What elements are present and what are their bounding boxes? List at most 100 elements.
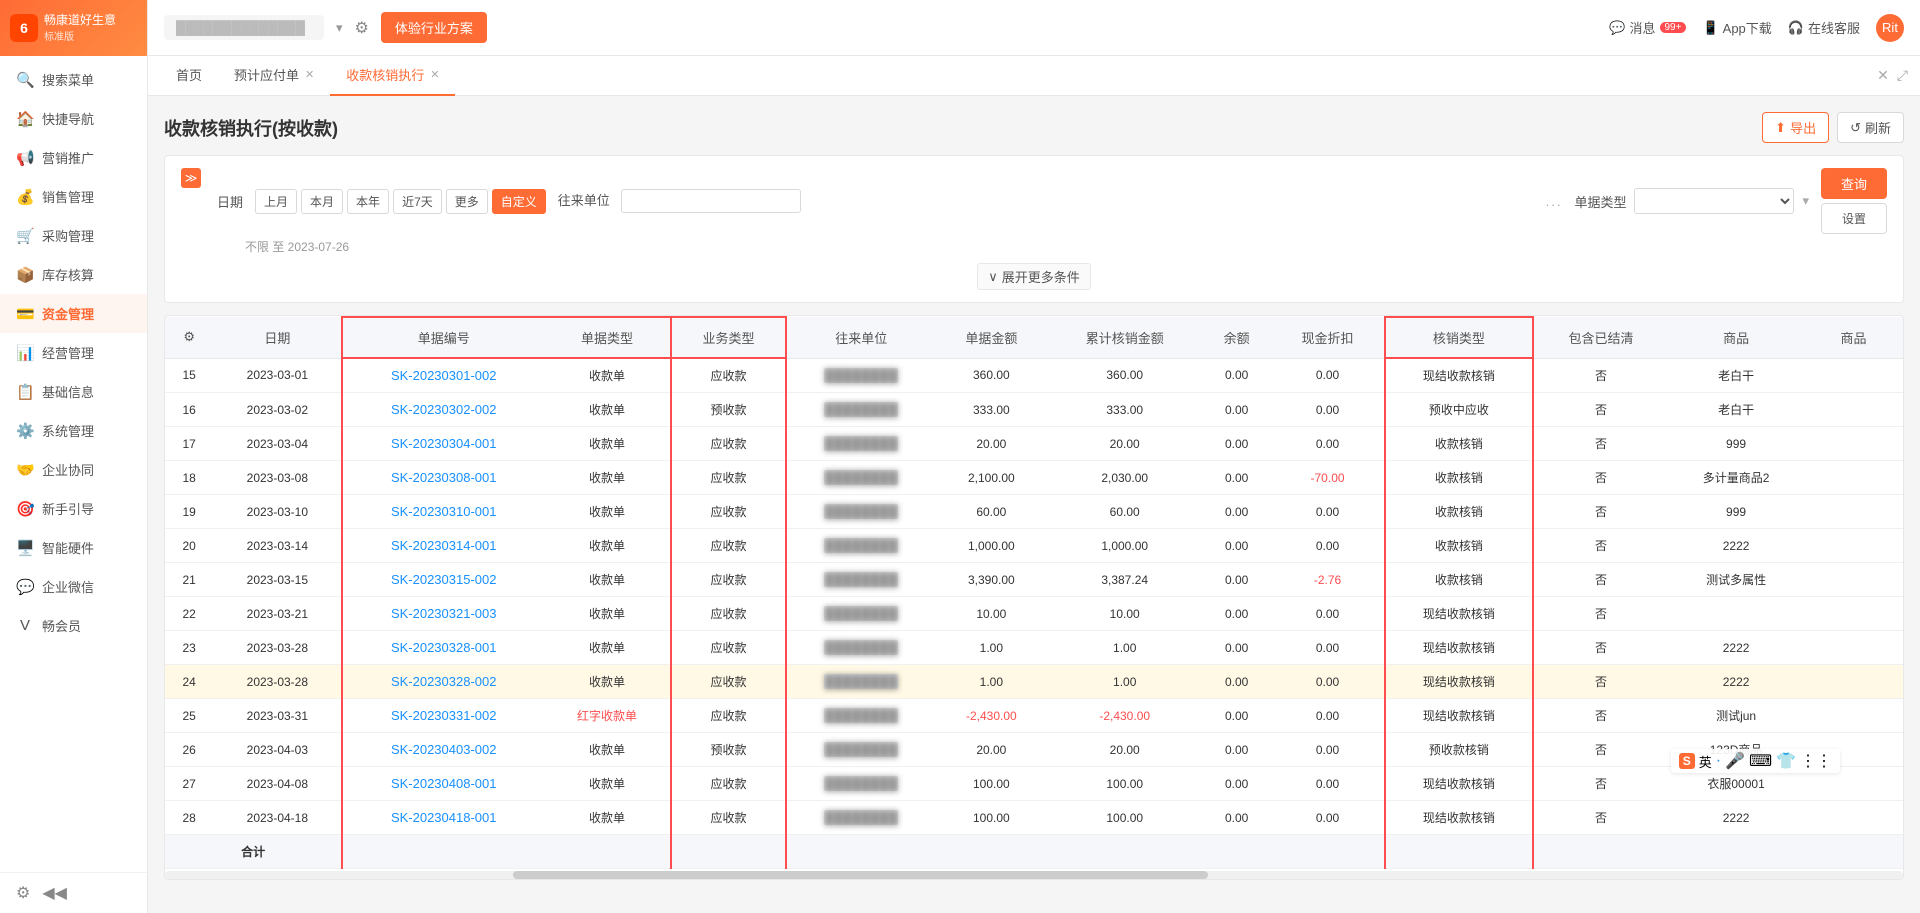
cell-date: 2023-03-21 [213,597,342,631]
collapse-icon[interactable]: ◀◀ [42,883,67,903]
cell-doc-type: 收款单 [544,358,671,393]
sidebar-item-finance[interactable]: 💳资金管理 [0,294,147,333]
doc-no-link[interactable]: SK-20230308-001 [391,470,497,485]
cell-biz-type: 应收款 [671,631,786,665]
doc-no-link[interactable]: SK-20230314-001 [391,538,497,553]
dropdown-arrow-icon[interactable]: ▾ [336,20,343,36]
expand-conditions-button[interactable]: ∨ 展开更多条件 [977,263,1091,290]
cell-doc-type: 红字收款单 [544,699,671,733]
doc-no-link[interactable]: SK-20230408-001 [391,776,497,791]
date-7days-btn[interactable]: 近7天 [393,189,442,214]
table-scrollbar[interactable] [165,871,1903,879]
export-button[interactable]: ⬆ 导出 [1762,112,1829,143]
page-actions: ⬆ 导出 ↺ 刷新 [1762,112,1904,143]
grid-icon[interactable]: ⋮⋮ [1800,751,1832,771]
filter-settings-button[interactable]: 设置 [1821,203,1887,234]
sidebar-item-system[interactable]: ⚙️系统管理 [0,411,147,450]
date-this-year-btn[interactable]: 本年 [347,189,389,214]
sidebar-item-sales[interactable]: 💰销售管理 [0,177,147,216]
cell-counterpart: ████████ [786,461,935,495]
date-more-btn[interactable]: 更多 [446,189,488,214]
cell-discount: 0.00 [1271,665,1385,699]
sidebar-item-guide[interactable]: 🎯新手引导 [0,489,147,528]
cell-write-off-type: 收款核销 [1385,495,1533,529]
doc-no-link[interactable]: SK-20230328-001 [391,640,497,655]
tab-close-all-icon[interactable]: ✕ [1877,67,1889,84]
tab-prepay[interactable]: 预计应付单 ✕ [218,56,330,96]
receipt-type-select[interactable] [1634,188,1794,214]
counterpart-input[interactable] [621,189,801,213]
refresh-button[interactable]: ↺ 刷新 [1837,112,1904,143]
chevron-down-icon: ∨ [988,269,998,285]
col-biz-type: 业务类型 [671,317,786,358]
cell-accum: 20.00 [1047,427,1202,461]
filter-toggle-button[interactable]: ≫ [181,168,201,188]
online-support-button[interactable]: 🎧 在线客服 [1788,18,1860,37]
cell-accum: 1,000.00 [1047,529,1202,563]
cell-biz-type: 应收款 [671,358,786,393]
sidebar-item-member[interactable]: V畅会员 [0,606,147,645]
cell-counterpart: ████████ [786,597,935,631]
solution-button[interactable]: 体验行业方案 [381,12,487,43]
keyboard-icon[interactable]: ⌨ [1749,751,1772,771]
date-this-month-btn[interactable]: 本月 [301,189,343,214]
sidebar-item-enterprise[interactable]: 🤝企业协同 [0,450,147,489]
tab-collection-close[interactable]: ✕ [430,68,439,81]
doc-no-link[interactable]: SK-20230310-001 [391,504,497,519]
doc-no-link[interactable]: SK-20230328-002 [391,674,497,689]
cell-amount: 100.00 [935,801,1047,835]
sidebar-item-quicknav[interactable]: 🏠快捷导航 [0,99,147,138]
cell-balance: 0.00 [1202,461,1271,495]
cell-date: 2023-03-04 [213,427,342,461]
date-custom-btn[interactable]: 自定义 [492,189,546,214]
filter-row: 日期 上月 本月 本年 近7天 更多 自定义 往来单位 [217,168,1887,234]
counterpart-label: 往来单位 [558,193,610,208]
cell-balance: 0.00 [1202,699,1271,733]
doc-no-link[interactable]: SK-20230315-002 [391,572,497,587]
sidebar-item-basic[interactable]: 📋基础信息 [0,372,147,411]
messages-button[interactable]: 💬 消息 99+ [1609,18,1686,37]
sidebar-item-inventory[interactable]: 📦库存核算 [0,255,147,294]
sidebar-item-purchase[interactable]: 🛒采购管理 [0,216,147,255]
cell-doc-no: SK-20230408-001 [342,767,544,801]
cell-write-off-type: 现结收款核销 [1385,767,1533,801]
cell-no: 21 [165,563,213,597]
tab-home[interactable]: 首页 [160,56,218,96]
cell-accum: 2,030.00 [1047,461,1202,495]
table-row: 16 2023-03-02 SK-20230302-002 收款单 预收款 ██… [165,393,1903,427]
doc-no-link[interactable]: SK-20230301-002 [391,368,497,383]
tab-expand-icon[interactable]: ⤢ [1897,67,1908,84]
sidebar-item-search[interactable]: 🔍搜索菜单 [0,60,147,99]
sidebar-item-operation[interactable]: 📊经营管理 [0,333,147,372]
doc-no-link[interactable]: SK-20230321-003 [391,606,497,621]
cell-doc-type: 收款单 [544,665,671,699]
nav-icon-enterprise: 🤝 [16,461,34,479]
sidebar-item-wechat[interactable]: 💬企业微信 [0,567,147,606]
cell-goods: 老白干 [1668,358,1804,393]
cell-doc-no: SK-20230310-001 [342,495,544,529]
doc-no-link[interactable]: SK-20230331-002 [391,708,497,723]
doc-no-link[interactable]: SK-20230403-002 [391,742,497,757]
total-doc-no [342,835,544,869]
cell-doc-type: 收款单 [544,597,671,631]
shirt-icon[interactable]: 👕 [1776,751,1796,771]
doc-no-link[interactable]: SK-20230302-002 [391,402,497,417]
user-avatar[interactable]: Rit [1876,14,1904,42]
query-button[interactable]: 查询 [1821,168,1887,199]
col-gear[interactable]: ⚙ [165,317,213,358]
cell-settled: 否 [1533,358,1668,393]
doc-no-link[interactable]: SK-20230418-001 [391,810,497,825]
scrollbar-thumb[interactable] [513,871,1208,879]
sidebar-item-hardware[interactable]: 🖥️智能硬件 [0,528,147,567]
topbar-gear-icon[interactable]: ⚙ [355,18,369,38]
app-download-button[interactable]: 📱 App下载 [1702,18,1771,37]
nav-label-hardware: 智能硬件 [42,538,94,557]
tab-prepay-close[interactable]: ✕ [305,68,314,81]
sidebar-item-marketing[interactable]: 📢营销推广 [0,138,147,177]
cell-write-off-type: 收款核销 [1385,427,1533,461]
tab-collection[interactable]: 收款核销执行 ✕ [330,56,455,96]
settings-icon[interactable]: ⚙ [16,883,30,903]
doc-no-link[interactable]: SK-20230304-001 [391,436,497,451]
date-last-month-btn[interactable]: 上月 [255,189,297,214]
mic-icon[interactable]: 🎤 [1725,751,1745,771]
